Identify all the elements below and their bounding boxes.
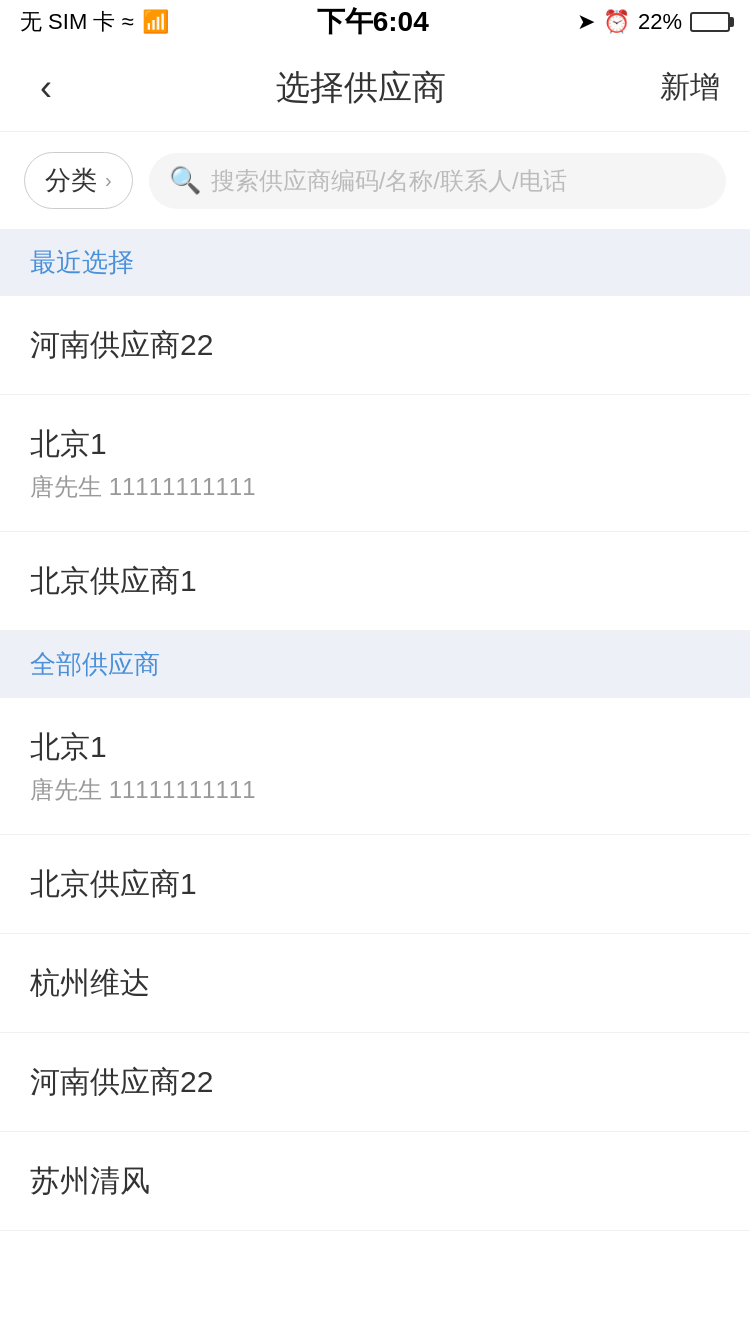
item-name: 苏州清风 [30, 1160, 720, 1202]
status-left: 无 SIM 卡 ≈ 📶 [20, 7, 169, 37]
search-icon: 🔍 [169, 165, 201, 196]
status-bar: 无 SIM 卡 ≈ 📶 下午6:04 ➤ ⏰ 22% [0, 0, 750, 44]
location-icon: ➤ [577, 9, 595, 35]
status-time: 下午6:04 [317, 3, 429, 41]
item-name: 北京供应商1 [30, 560, 720, 602]
status-right: ➤ ⏰ 22% [577, 9, 730, 35]
list-item[interactable]: 北京1 唐先生 11111111111 [0, 698, 750, 835]
section-header-recent: 最近选择 [0, 229, 750, 296]
sections-container: 最近选择河南供应商22 北京1 唐先生 11111111111 北京供应商1 全部供应商… [0, 229, 750, 1231]
section-header-text-all: 全部供应商 [30, 649, 160, 679]
section-header-all: 全部供应商 [0, 631, 750, 698]
list-item[interactable]: 河南供应商22 [0, 296, 750, 395]
category-label: 分类 [45, 163, 97, 198]
add-button[interactable]: 新增 [660, 67, 720, 108]
item-name: 北京供应商1 [30, 863, 720, 905]
battery-percent: 22% [638, 9, 682, 35]
item-name: 北京1 [30, 726, 720, 768]
list-item[interactable]: 北京供应商1 [0, 532, 750, 631]
back-button[interactable]: ‹ [30, 57, 62, 119]
nav-bar: ‹ 选择供应商 新增 [0, 44, 750, 132]
search-box[interactable]: 🔍 搜索供应商编码/名称/联系人/电话 [149, 153, 726, 209]
page-title: 选择供应商 [276, 65, 446, 111]
item-sub: 唐先生 11111111111 [30, 774, 720, 806]
list-item[interactable]: 北京1 唐先生 11111111111 [0, 395, 750, 532]
filter-bar: 分类 › 🔍 搜索供应商编码/名称/联系人/电话 [0, 132, 750, 229]
battery-icon [690, 12, 730, 32]
item-name: 河南供应商22 [30, 1061, 720, 1103]
item-name: 河南供应商22 [30, 324, 720, 366]
list-item[interactable]: 北京供应商1 [0, 835, 750, 934]
sim-label: 无 SIM 卡 ≈ [20, 7, 134, 37]
item-name: 北京1 [30, 423, 720, 465]
list-item[interactable]: 河南供应商22 [0, 1033, 750, 1132]
wifi-icon: 📶 [142, 9, 169, 35]
item-name: 杭州维达 [30, 962, 720, 1004]
section-header-text-recent: 最近选择 [30, 247, 134, 277]
list-item[interactable]: 苏州清风 [0, 1132, 750, 1231]
item-sub: 唐先生 11111111111 [30, 471, 720, 503]
category-button[interactable]: 分类 › [24, 152, 133, 209]
chevron-right-icon: › [105, 169, 112, 192]
search-placeholder: 搜索供应商编码/名称/联系人/电话 [211, 165, 567, 197]
alarm-icon: ⏰ [603, 9, 630, 35]
list-item[interactable]: 杭州维达 [0, 934, 750, 1033]
